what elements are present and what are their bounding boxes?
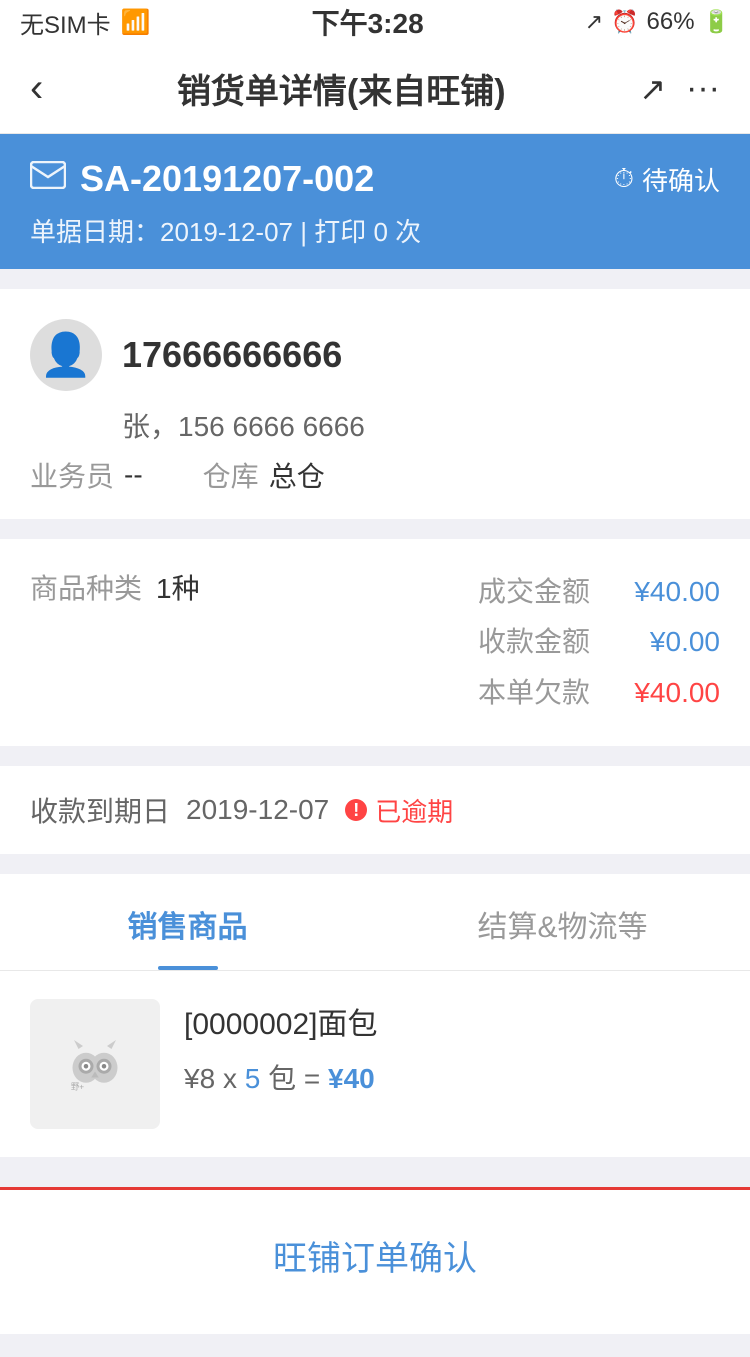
- amount-row-1: 收款金额 ¥0.00: [478, 617, 720, 667]
- back-button[interactable]: ‹: [30, 66, 43, 111]
- amount-row-0: 成交金额 ¥40.00: [478, 567, 720, 617]
- warehouse-item: 仓库 总仓: [203, 455, 325, 495]
- customer-name-detail: 张，156 6666 6666: [122, 405, 720, 445]
- status-bar: 无SIM卡 📶 下午3:28 ↗ ⏰ 66% 🔋: [0, 0, 750, 44]
- alarm-icon: ⏰: [611, 9, 638, 35]
- status-left: 无SIM卡 📶: [20, 5, 151, 40]
- sales-rep-value: --: [124, 459, 143, 491]
- product-price: ¥8 x 5 包 = ¥40: [184, 1057, 720, 1097]
- nav-actions: ↗︎ ···: [639, 69, 720, 108]
- order-header: SA-20191207-002 ⏱ 待确认 单据日期：2019-12-07 | …: [0, 134, 750, 269]
- customer-section: 👤 17666666666 张，156 6666 6666 业务员 -- 仓库 …: [0, 289, 750, 519]
- summary-section: 商品种类 1种 成交金额 ¥40.00 收款金额 ¥0.00 本单欠款 ¥40.…: [0, 539, 750, 746]
- amount-label-0: 成交金额: [478, 567, 590, 617]
- amount-label-1: 收款金额: [478, 617, 590, 667]
- amount-row-2: 本单欠款 ¥40.00: [478, 668, 720, 718]
- nav-bar: ‹ 销货单详情(来自旺铺) ↗︎ ···: [0, 44, 750, 134]
- customer-phone: 17666666666: [122, 334, 342, 376]
- goods-type-value: 1种: [156, 567, 200, 607]
- due-label: 收款到期日: [30, 790, 170, 830]
- warehouse-label: 仓库: [203, 455, 259, 495]
- sales-rep-label: 业务员: [30, 455, 114, 495]
- order-date-text: 单据日期：2019-12-07: [30, 217, 293, 247]
- product-equals: =: [304, 1063, 328, 1094]
- summary-left: 商品种类 1种: [30, 567, 200, 607]
- product-code: [0000002]: [184, 1008, 317, 1041]
- due-date: 2019-12-07: [186, 794, 329, 826]
- product-item: 野+ [0000002]面包 ¥8 x 5 包 = ¥40: [0, 971, 750, 1157]
- product-info: [0000002]面包 ¥8 x 5 包 = ¥40: [184, 999, 720, 1097]
- avatar: 👤: [30, 319, 102, 391]
- tab-settlement-label: 结算&物流等: [477, 911, 647, 944]
- overdue-icon: !: [345, 799, 367, 821]
- order-separator: |: [300, 217, 314, 247]
- overdue-text: 已逾期: [375, 792, 453, 829]
- customer-meta: 业务员 -- 仓库 总仓: [30, 455, 720, 495]
- carrier-text: 无SIM卡: [20, 5, 111, 40]
- summary-right: 成交金额 ¥40.00 收款金额 ¥0.00 本单欠款 ¥40.00: [478, 567, 720, 718]
- amount-label-2: 本单欠款: [478, 668, 590, 718]
- more-icon[interactable]: ···: [686, 69, 720, 108]
- warehouse-value: 总仓: [269, 455, 325, 495]
- order-id: SA-20191207-002: [30, 158, 374, 200]
- order-icon: [30, 161, 66, 197]
- product-name: [0000002]面包: [184, 999, 720, 1043]
- order-status: ⏱ 待确认: [614, 161, 720, 198]
- tab-sales-goods[interactable]: 销售商品: [0, 874, 375, 970]
- amount-value-1: ¥0.00: [610, 617, 720, 667]
- status-text: 待确认: [642, 161, 720, 198]
- product-thumbnail: 野+: [30, 999, 160, 1129]
- avatar-icon: 👤: [40, 331, 92, 380]
- svg-text:野+: 野+: [71, 1083, 84, 1092]
- product-qty: 5: [245, 1063, 261, 1094]
- bottom-bar: 旺铺订单确认: [0, 1187, 750, 1334]
- order-date-line: 单据日期：2019-12-07 | 打印 0 次: [30, 212, 720, 249]
- product-multiply: x: [223, 1063, 245, 1094]
- battery-icon: 🔋: [703, 9, 730, 35]
- customer-row: 👤 17666666666: [30, 319, 720, 391]
- share-icon[interactable]: ↗︎: [639, 70, 666, 108]
- product-title: 面包: [317, 1008, 377, 1041]
- order-id-text: SA-20191207-002: [80, 158, 374, 200]
- overdue-badge: ! 已逾期: [345, 792, 453, 829]
- tabs-header: 销售商品 结算&物流等: [0, 874, 750, 971]
- page-title: 销货单详情(来自旺铺): [177, 64, 506, 113]
- order-print-count: 打印 0 次: [314, 217, 421, 247]
- amount-value-2: ¥40.00: [610, 668, 720, 718]
- product-unit-price: ¥8: [184, 1063, 215, 1094]
- product-total: ¥40: [328, 1063, 375, 1094]
- order-header-top: SA-20191207-002 ⏱ 待确认: [30, 158, 720, 200]
- time-display: 下午3:28: [312, 2, 424, 42]
- tab-settlement[interactable]: 结算&物流等: [375, 874, 750, 970]
- goods-type-label: 商品种类: [30, 567, 142, 607]
- status-clock-icon: ⏱: [614, 163, 634, 195]
- amount-value-0: ¥40.00: [610, 567, 720, 617]
- due-section: 收款到期日 2019-12-07 ! 已逾期: [0, 766, 750, 854]
- confirm-order-button[interactable]: 旺铺订单确认: [40, 1210, 710, 1300]
- battery-text: 66%: [647, 8, 695, 36]
- wifi-icon: 📶: [121, 8, 151, 37]
- tab-sales-goods-label: 销售商品: [128, 911, 248, 944]
- status-right: ↗ ⏰ 66% 🔋: [585, 8, 730, 36]
- product-thumb-img: 野+: [55, 1034, 135, 1094]
- location-icon: ↗: [585, 9, 603, 35]
- product-unit: 包: [268, 1063, 296, 1094]
- sales-rep-item: 业务员 --: [30, 455, 143, 495]
- tabs-section: 销售商品 结算&物流等 野+: [0, 874, 750, 1157]
